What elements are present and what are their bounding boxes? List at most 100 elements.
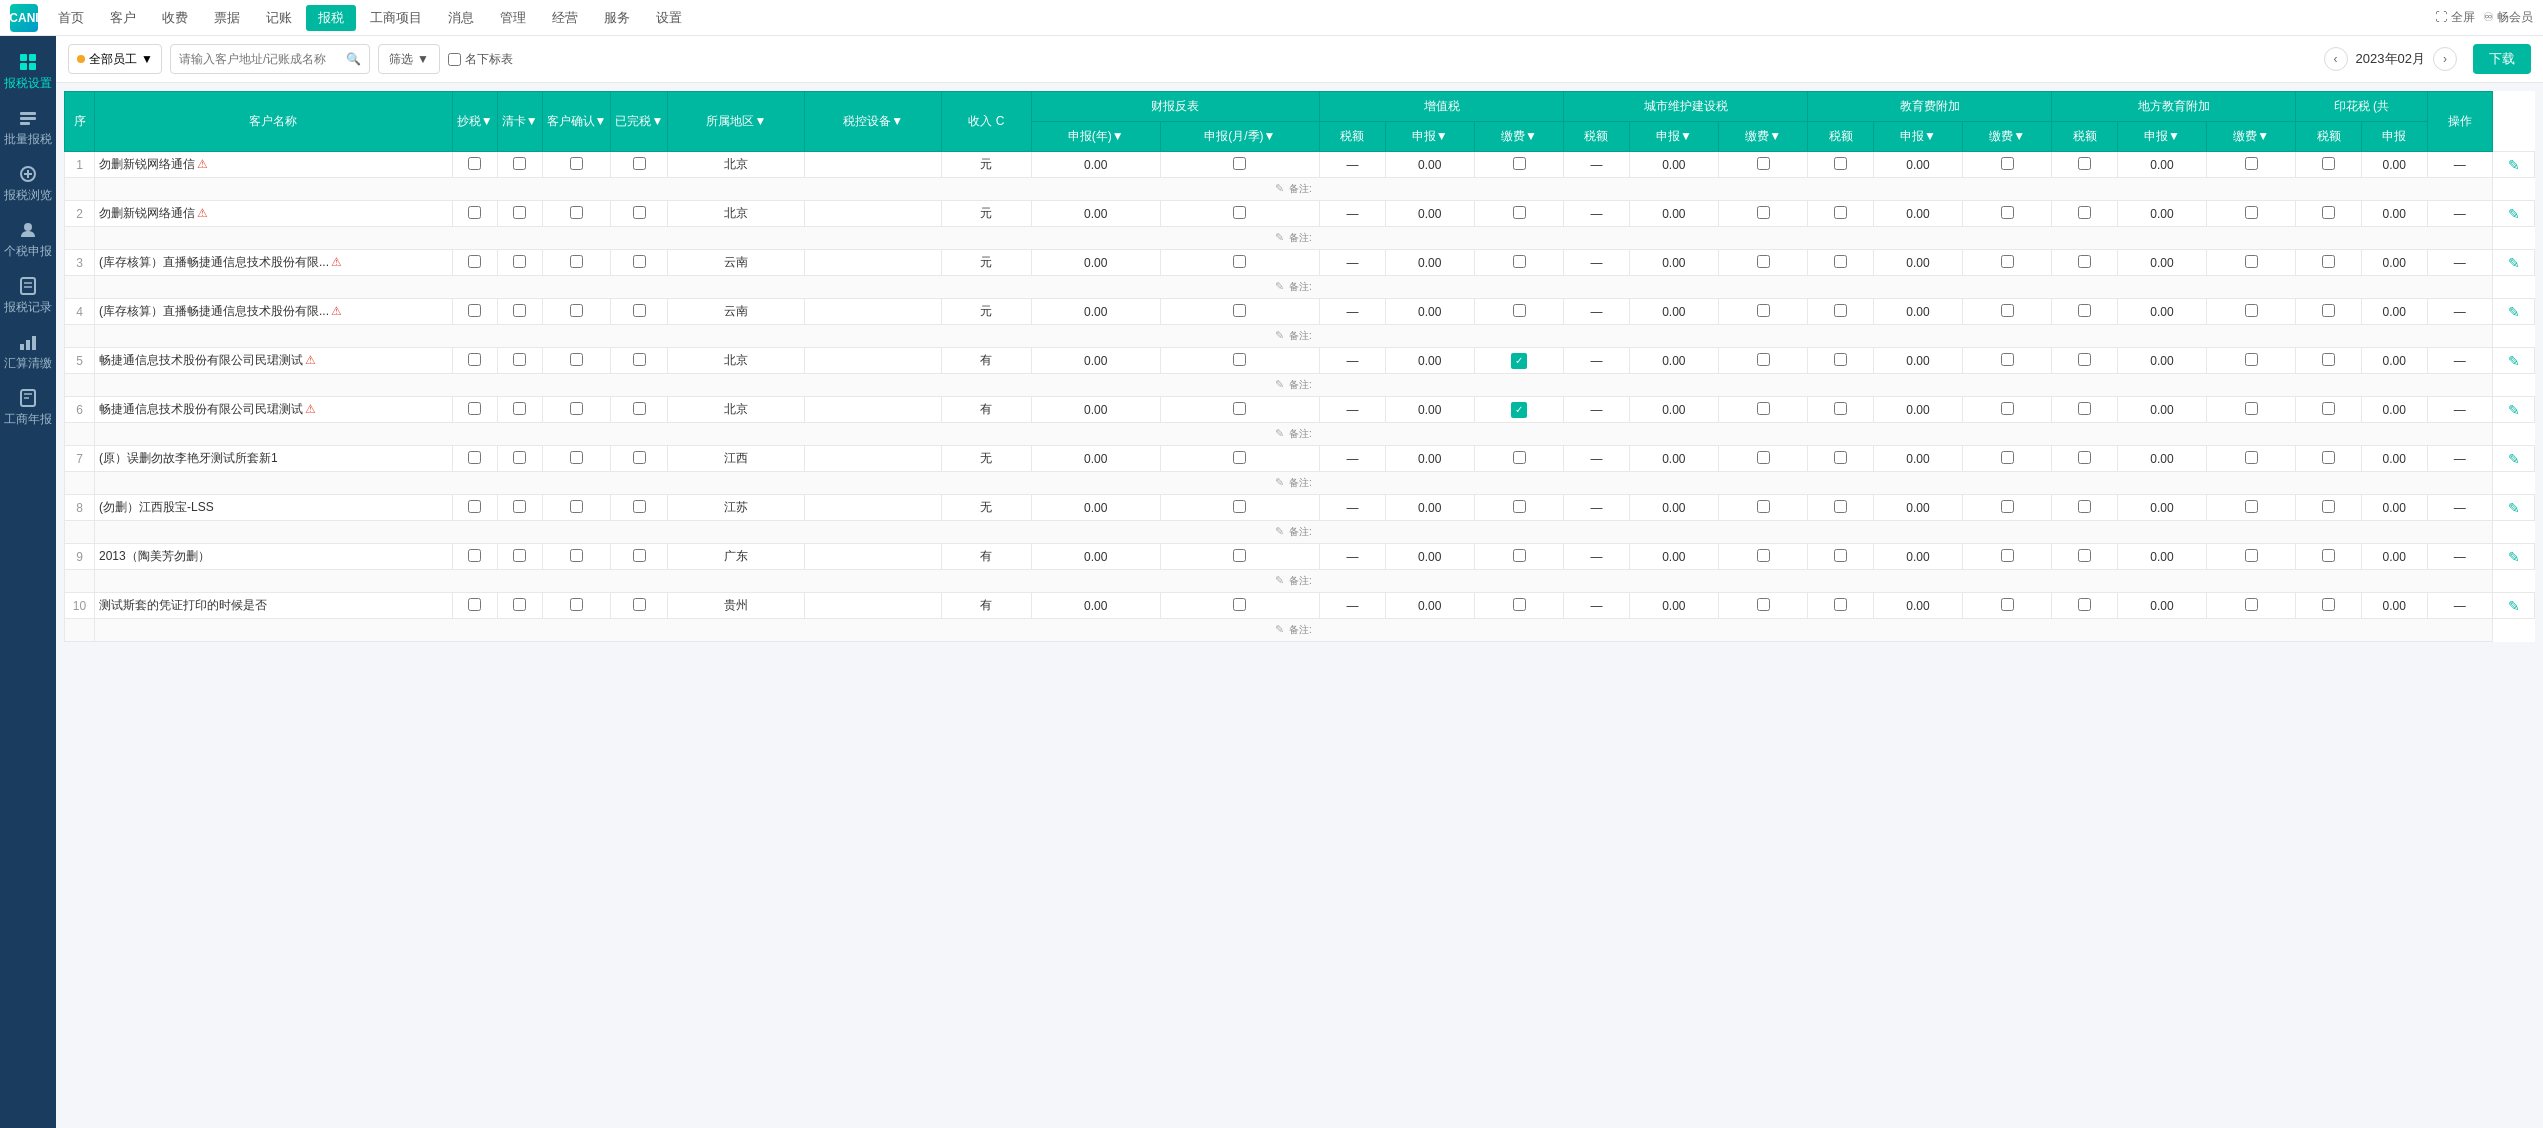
edu-declare-cell[interactable] [1963, 152, 2052, 178]
edu-pay-checkbox[interactable] [2078, 353, 2091, 366]
vat-checkbox[interactable] [1513, 451, 1526, 464]
client-confirm-cell[interactable] [542, 593, 611, 619]
local-declare-checkbox[interactable] [2245, 500, 2258, 513]
edu-declare-cell[interactable] [1963, 201, 2052, 227]
paid-tax-checkbox[interactable] [633, 255, 646, 268]
edu-declare-cell[interactable] [1963, 348, 2052, 374]
client-confirm-checkbox[interactable] [570, 255, 583, 268]
operation-cell[interactable]: ✎ [2493, 544, 2535, 570]
vat-declare-cell[interactable]: ✓ [1474, 348, 1563, 374]
clear-card-cell[interactable] [497, 593, 542, 619]
operation-cell[interactable]: ✎ [2493, 593, 2535, 619]
edu-declare-checkbox[interactable] [2001, 353, 2014, 366]
search-icon[interactable]: 🔍 [346, 52, 361, 66]
paid-tax-cell[interactable] [611, 495, 668, 521]
annual-report-cell[interactable] [1160, 348, 1319, 374]
sidebar-item-tax-settings[interactable]: 报税设置 [0, 44, 56, 100]
local-pay-checkbox[interactable] [2322, 255, 2335, 268]
edit-icon[interactable]: ✎ [2508, 549, 2520, 565]
city-pay-checkbox[interactable] [1834, 402, 1847, 415]
filter-button[interactable]: 筛选 ▼ [378, 44, 440, 74]
edu-pay-checkbox[interactable] [2078, 304, 2091, 317]
paid-tax-checkbox[interactable] [633, 206, 646, 219]
city-pay-cell[interactable] [1808, 397, 1874, 423]
local-pay-cell[interactable] [2296, 495, 2362, 521]
next-month-button[interactable]: › [2433, 47, 2457, 71]
vat-declare-cell[interactable] [1474, 201, 1563, 227]
client-confirm-checkbox[interactable] [570, 402, 583, 415]
local-pay-cell[interactable] [2296, 397, 2362, 423]
copy-tax-cell[interactable] [452, 250, 497, 276]
edu-declare-cell[interactable] [1963, 495, 2052, 521]
search-input[interactable] [179, 52, 342, 66]
vat-checked-box[interactable]: ✓ [1511, 402, 1527, 418]
city-declare-checkbox[interactable] [1757, 304, 1770, 317]
sidebar-item-annual-report[interactable]: 工商年报 [0, 380, 56, 436]
local-pay-checkbox[interactable] [2322, 451, 2335, 464]
client-confirm-checkbox[interactable] [570, 353, 583, 366]
client-confirm-checkbox[interactable] [570, 451, 583, 464]
city-pay-cell[interactable] [1808, 593, 1874, 619]
vat-checkbox[interactable] [1513, 157, 1526, 170]
city-declare-checkbox[interactable] [1757, 549, 1770, 562]
local-declare-cell[interactable] [2207, 397, 2296, 423]
city-declare-cell[interactable] [1718, 250, 1807, 276]
vat-declare-cell[interactable] [1474, 593, 1563, 619]
vat-checkbox[interactable] [1513, 500, 1526, 513]
city-declare-cell[interactable] [1718, 397, 1807, 423]
clear-card-checkbox[interactable] [513, 549, 526, 562]
local-declare-checkbox[interactable] [2245, 598, 2258, 611]
remark-edit-icon[interactable]: ✎ [1275, 427, 1284, 439]
fullscreen-btn[interactable]: ⛶ 全屏 [2435, 9, 2474, 26]
annual-checkbox[interactable] [1233, 549, 1246, 562]
edu-pay-checkbox[interactable] [2078, 255, 2091, 268]
client-confirm-checkbox[interactable] [570, 206, 583, 219]
clear-card-checkbox[interactable] [513, 598, 526, 611]
operation-cell[interactable]: ✎ [2493, 152, 2535, 178]
local-declare-cell[interactable] [2207, 348, 2296, 374]
label-checkbox[interactable] [448, 53, 461, 66]
city-declare-cell[interactable] [1718, 299, 1807, 325]
nav-finance[interactable]: 经营 [540, 5, 590, 31]
vat-declare-cell[interactable] [1474, 152, 1563, 178]
city-declare-cell[interactable] [1718, 495, 1807, 521]
local-declare-checkbox[interactable] [2245, 304, 2258, 317]
annual-report-cell[interactable] [1160, 152, 1319, 178]
copy-tax-cell[interactable] [452, 446, 497, 472]
local-declare-checkbox[interactable] [2245, 255, 2258, 268]
annual-report-cell[interactable] [1160, 446, 1319, 472]
copy-tax-checkbox[interactable] [468, 451, 481, 464]
local-pay-checkbox[interactable] [2322, 598, 2335, 611]
edu-pay-checkbox[interactable] [2078, 500, 2091, 513]
city-pay-cell[interactable] [1808, 250, 1874, 276]
edit-icon[interactable]: ✎ [2508, 206, 2520, 222]
client-confirm-checkbox[interactable] [570, 598, 583, 611]
remark-edit-icon[interactable]: ✎ [1275, 280, 1284, 292]
clear-card-checkbox[interactable] [513, 304, 526, 317]
nav-management[interactable]: 管理 [488, 5, 538, 31]
nav-customer[interactable]: 客户 [98, 5, 148, 31]
annual-checkbox[interactable] [1233, 451, 1246, 464]
edu-pay-checkbox[interactable] [2078, 598, 2091, 611]
paid-tax-cell[interactable] [611, 250, 668, 276]
city-pay-checkbox[interactable] [1834, 353, 1847, 366]
city-pay-checkbox[interactable] [1834, 206, 1847, 219]
annual-report-cell[interactable] [1160, 593, 1319, 619]
vat-declare-cell[interactable] [1474, 495, 1563, 521]
edit-icon[interactable]: ✎ [2508, 402, 2520, 418]
copy-tax-checkbox[interactable] [468, 304, 481, 317]
edu-pay-cell[interactable] [2052, 446, 2118, 472]
edu-declare-cell[interactable] [1963, 544, 2052, 570]
edu-declare-cell[interactable] [1963, 446, 2052, 472]
annual-checkbox[interactable] [1233, 255, 1246, 268]
city-declare-cell[interactable] [1718, 201, 1807, 227]
local-declare-cell[interactable] [2207, 201, 2296, 227]
vat-declare-cell[interactable] [1474, 544, 1563, 570]
edu-pay-checkbox[interactable] [2078, 451, 2091, 464]
operation-cell[interactable]: ✎ [2493, 397, 2535, 423]
city-declare-checkbox[interactable] [1757, 255, 1770, 268]
edu-declare-cell[interactable] [1963, 593, 2052, 619]
city-declare-checkbox[interactable] [1757, 598, 1770, 611]
local-pay-checkbox[interactable] [2322, 157, 2335, 170]
clear-card-checkbox[interactable] [513, 255, 526, 268]
